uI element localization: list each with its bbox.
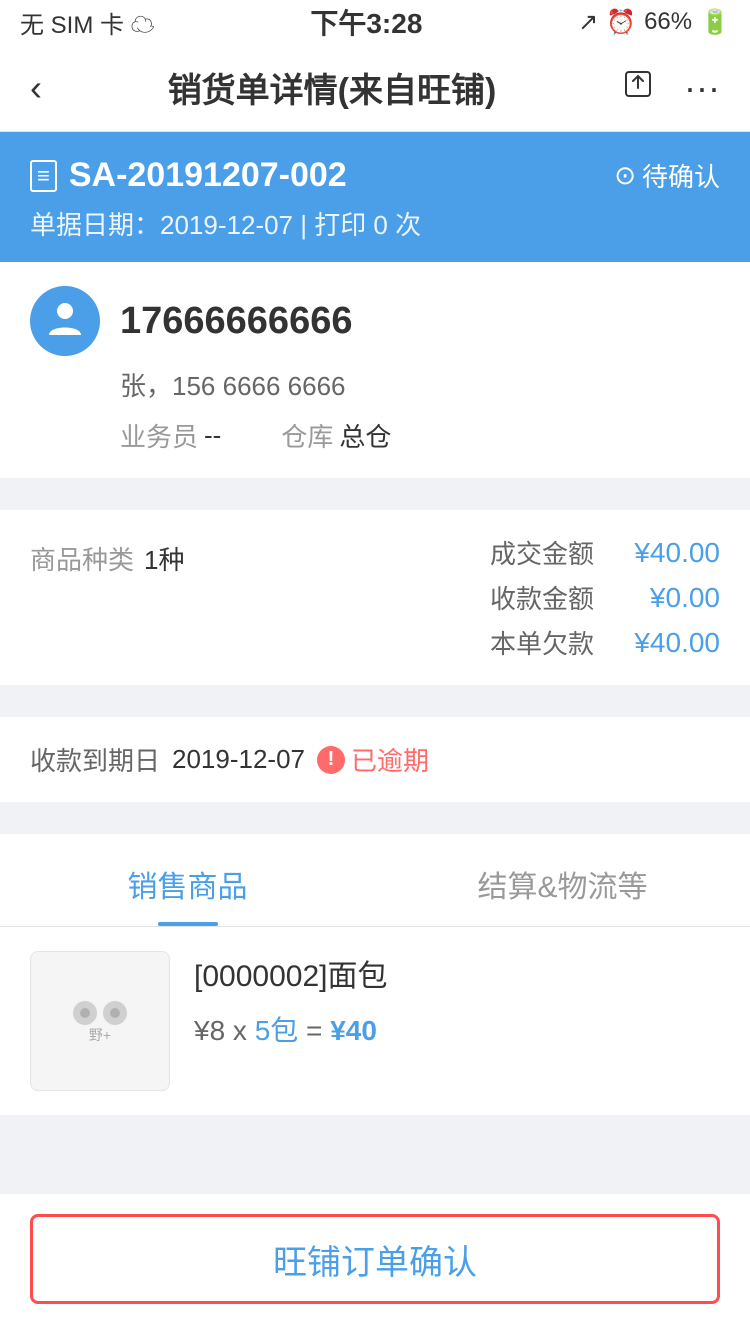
divider-1 <box>0 494 750 510</box>
overdue-exclamation-icon: ! <box>317 746 345 774</box>
order-status: ⊙ 待确认 <box>614 157 720 194</box>
divider-3 <box>0 818 750 834</box>
status-bar-time: 下午3:28 <box>310 2 422 42</box>
deal-amount-row: 成交金额 ¥40.00 <box>454 534 720 571</box>
salesperson-label: 业务员 <box>120 417 198 454</box>
confirm-order-button[interactable]: 旺铺订单确认 <box>30 1214 720 1304</box>
amount-stats: 成交金额 ¥40.00 收款金额 ¥0.00 本单欠款 ¥40.00 <box>454 534 720 661</box>
location-icon: ↗ <box>578 8 598 37</box>
overdue-badge: ! 已逾期 <box>317 741 429 778</box>
total-text: ¥40 <box>330 1015 377 1046</box>
deal-amount-value: ¥40.00 <box>610 537 720 569</box>
user-icon <box>45 297 85 346</box>
order-header-top: ≡ SA-20191207-002 ⊙ 待确认 <box>30 156 720 195</box>
order-type-icon: ≡ <box>30 160 57 192</box>
price-text: ¥8 x <box>194 1015 255 1046</box>
due-date-label: 收款到期日 <box>30 741 160 778</box>
due-date-value: 2019-12-07 <box>172 744 305 775</box>
warehouse-label: 仓库 <box>281 417 333 454</box>
sim-status: 无 SIM 卡 ☁ <box>20 5 155 40</box>
category-info: 商品种类 1种 <box>30 534 454 577</box>
battery-icon: 🔋 <box>700 8 730 37</box>
product-details: [0000002]面包 ¥8 x 5包 = ¥40 <box>194 951 720 1049</box>
customer-name: 张，156 6666 6666 <box>120 366 720 403</box>
customer-meta: 业务员 -- 仓库 总仓 <box>120 417 720 454</box>
customer-phone: 17666666666 <box>120 300 352 343</box>
category-label: 商品种类 <box>30 540 134 577</box>
status-clock-icon: ⊙ <box>614 160 636 191</box>
bottom-action-bar: 旺铺订单确认 <box>0 1194 750 1334</box>
status-text: 待确认 <box>642 157 720 194</box>
customer-section: 17666666666 张，156 6666 6666 业务员 -- 仓库 总仓 <box>0 262 750 478</box>
product-name: [0000002]面包 <box>194 951 720 995</box>
nav-bar: ‹ 销货单详情(来自旺铺) ··· <box>0 44 750 132</box>
received-amount-row: 收款金额 ¥0.00 <box>454 579 720 616</box>
order-id: ≡ SA-20191207-002 <box>30 156 347 195</box>
more-button[interactable]: ··· <box>684 67 720 109</box>
warehouse-value: 总仓 <box>339 417 391 454</box>
owed-amount-value: ¥40.00 <box>610 627 720 659</box>
status-bar-left: 无 SIM 卡 ☁ <box>20 5 155 40</box>
quantity-text: 5包 <box>255 1015 299 1046</box>
tab-settlement-logistics[interactable]: 结算&物流等 <box>375 834 750 926</box>
avatar <box>30 286 100 356</box>
salesperson-info: 业务员 -- <box>120 417 221 454</box>
salesperson-value: -- <box>204 420 221 451</box>
status-bar: 无 SIM 卡 ☁ 下午3:28 ↗ ⏰ 66% 🔋 <box>0 0 750 44</box>
product-thumbnail: 野+ <box>30 951 170 1091</box>
overdue-label: 已逾期 <box>351 741 429 778</box>
share-button[interactable] <box>622 67 654 109</box>
product-price: ¥8 x 5包 = ¥40 <box>194 1009 720 1049</box>
alarm-icon: ⏰ <box>606 8 636 37</box>
deal-amount-label: 成交金额 <box>454 534 594 571</box>
product-item: 野+ [0000002]面包 ¥8 x 5包 = ¥40 <box>30 951 720 1091</box>
stats-section: 商品种类 1种 成交金额 ¥40.00 收款金额 ¥0.00 本单欠款 ¥40.… <box>0 510 750 685</box>
warehouse-info: 仓库 总仓 <box>281 417 391 454</box>
category-value: 1种 <box>144 540 184 577</box>
battery-level: 66% <box>644 8 692 36</box>
svg-text:野+: 野+ <box>89 1027 111 1043</box>
received-amount-label: 收款金额 <box>454 579 594 616</box>
divider-2 <box>0 701 750 717</box>
order-header-card: ≡ SA-20191207-002 ⊙ 待确认 单据日期：2019-12-07 … <box>0 132 750 262</box>
tabs-section: 销售商品 结算&物流等 <box>0 834 750 927</box>
page-title: 销货单详情(来自旺铺) <box>168 63 497 112</box>
owed-amount-label: 本单欠款 <box>454 624 594 661</box>
equals-text: = <box>298 1015 330 1046</box>
order-id-text: SA-20191207-002 <box>69 156 347 195</box>
order-date: 单据日期：2019-12-07 | 打印 0 次 <box>30 205 720 242</box>
tabs-header: 销售商品 结算&物流等 <box>0 834 750 927</box>
product-logo: 野+ <box>60 985 140 1057</box>
back-button[interactable]: ‹ <box>30 67 42 109</box>
status-bar-right: ↗ ⏰ 66% 🔋 <box>578 8 730 37</box>
nav-actions: ··· <box>622 67 720 109</box>
product-section: 野+ [0000002]面包 ¥8 x 5包 = ¥40 <box>0 927 750 1115</box>
tab-sales-products[interactable]: 销售商品 <box>0 834 375 926</box>
received-amount-value: ¥0.00 <box>610 582 720 614</box>
customer-phone-row: 17666666666 <box>30 286 720 356</box>
due-date-section: 收款到期日 2019-12-07 ! 已逾期 <box>0 717 750 802</box>
owed-amount-row: 本单欠款 ¥40.00 <box>454 624 720 661</box>
